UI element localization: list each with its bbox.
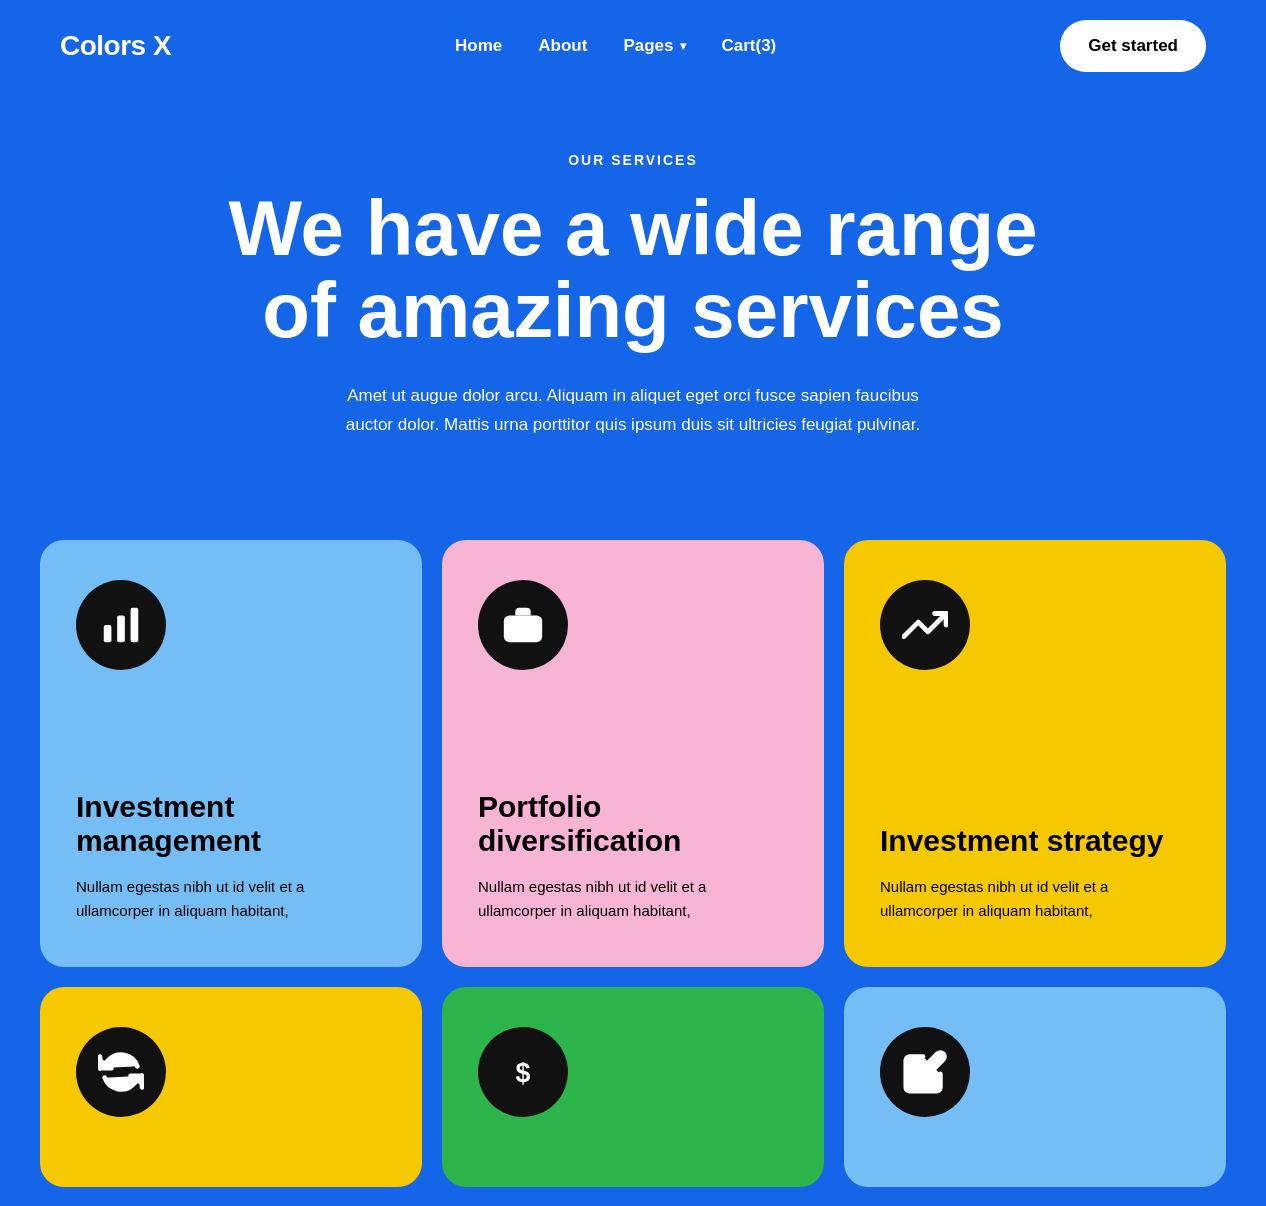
hero-description: Amet ut augue dolor arcu. Aliquam in ali… bbox=[323, 382, 943, 440]
edit-box-icon bbox=[902, 1049, 948, 1095]
card-title: Investment strategy bbox=[880, 824, 1190, 859]
refresh-icon bbox=[98, 1049, 144, 1095]
nav-pages-label: Pages bbox=[623, 36, 673, 56]
card-icon-edit-box bbox=[880, 1027, 970, 1117]
card-content: Portfolio diversification Nullam egestas… bbox=[478, 790, 788, 923]
card-5[interactable]: $ bbox=[442, 987, 824, 1187]
services-grid: Investment management Nullam egestas nib… bbox=[0, 540, 1266, 967]
nav-links: Home About Pages ▾ Cart(3) bbox=[455, 36, 776, 56]
get-started-button[interactable]: Get started bbox=[1060, 20, 1206, 72]
trending-up-icon bbox=[902, 602, 948, 648]
hero-section: OUR SERVICES We have a wide range of ama… bbox=[0, 92, 1266, 540]
card-description: Nullam egestas nibh ut id velit et a ull… bbox=[880, 875, 1190, 923]
brand-logo[interactable]: Colors X bbox=[60, 30, 171, 62]
card-description: Nullam egestas nibh ut id velit et a ull… bbox=[478, 875, 788, 923]
hero-label: OUR SERVICES bbox=[60, 152, 1206, 168]
card-investment-management[interactable]: Investment management Nullam egestas nib… bbox=[40, 540, 422, 967]
card-description: Nullam egestas nibh ut id velit et a ull… bbox=[76, 875, 386, 923]
svg-text:$: $ bbox=[516, 1057, 531, 1087]
nav-about[interactable]: About bbox=[538, 36, 587, 56]
dollar-circle-icon: $ bbox=[500, 1049, 546, 1095]
card-4[interactable] bbox=[40, 987, 422, 1187]
card-icon-refresh bbox=[76, 1027, 166, 1117]
card-investment-strategy[interactable]: Investment strategy Nullam egestas nibh … bbox=[844, 540, 1226, 967]
svg-point-4 bbox=[527, 625, 535, 633]
card-icon-dollar: $ bbox=[478, 1027, 568, 1117]
nav-cart[interactable]: Cart(3) bbox=[722, 36, 777, 56]
bar-chart-icon bbox=[98, 602, 144, 648]
nav-pages-dropdown[interactable]: Pages ▾ bbox=[623, 36, 685, 56]
card-6[interactable] bbox=[844, 987, 1226, 1187]
svg-rect-1 bbox=[117, 615, 125, 642]
card-icon-bar-chart bbox=[76, 580, 166, 670]
navbar: Colors X Home About Pages ▾ Cart(3) Get … bbox=[0, 0, 1266, 92]
services-grid-bottom: $ bbox=[0, 987, 1266, 1187]
card-content: Investment management Nullam egestas nib… bbox=[76, 790, 386, 923]
chevron-down-icon: ▾ bbox=[680, 39, 686, 53]
card-icon-wallet bbox=[478, 580, 568, 670]
card-title: Portfolio diversification bbox=[478, 790, 788, 859]
hero-title: We have a wide range of amazing services bbox=[183, 188, 1083, 352]
card-portfolio-diversification[interactable]: Portfolio diversification Nullam egestas… bbox=[442, 540, 824, 967]
card-title: Investment management bbox=[76, 790, 386, 859]
nav-home[interactable]: Home bbox=[455, 36, 502, 56]
svg-rect-3 bbox=[504, 615, 542, 642]
svg-rect-2 bbox=[131, 607, 139, 642]
svg-rect-0 bbox=[104, 625, 112, 642]
wallet-icon bbox=[500, 602, 546, 648]
card-content: Investment strategy Nullam egestas nibh … bbox=[880, 824, 1190, 923]
card-icon-trending-up bbox=[880, 580, 970, 670]
